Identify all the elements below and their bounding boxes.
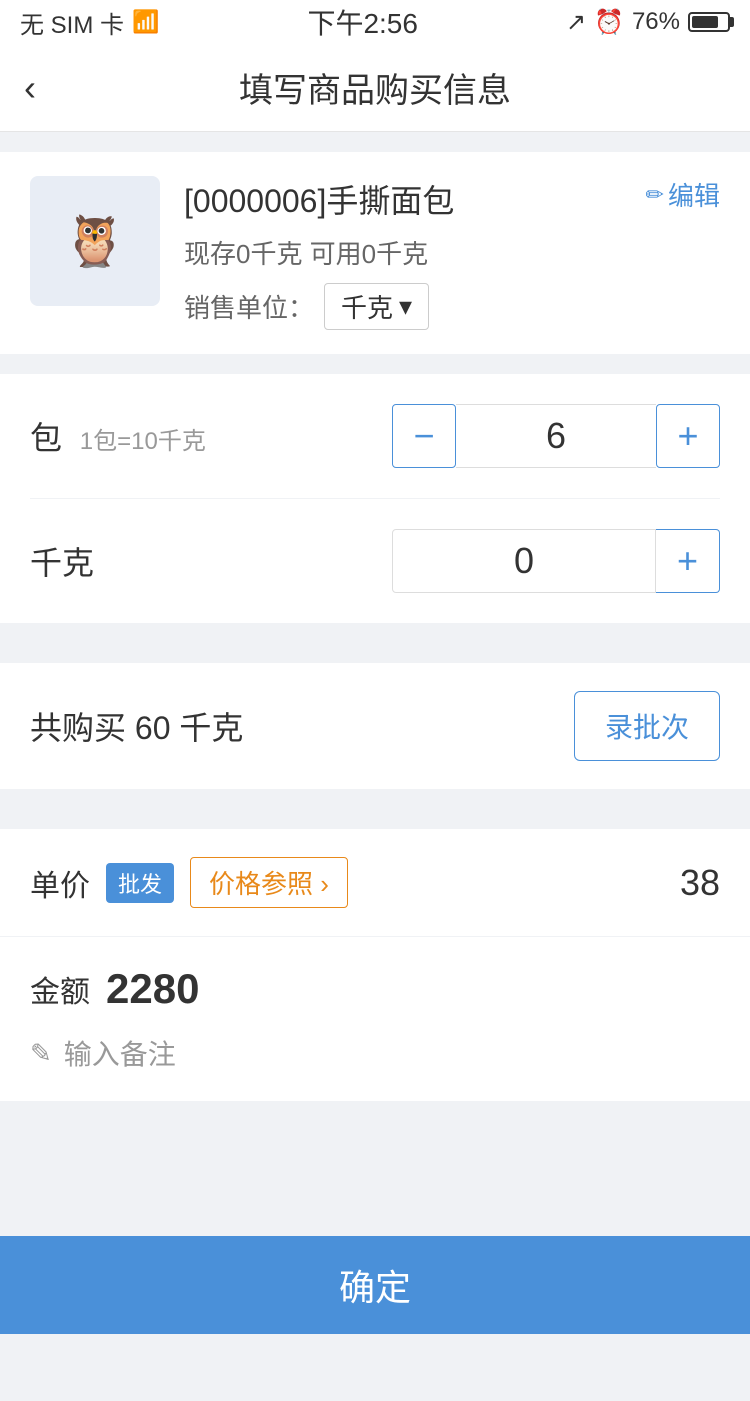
wifi-icon: 📶: [132, 9, 159, 35]
bao-label: 包: [30, 420, 62, 456]
product-logo-icon: 🦉: [64, 212, 126, 271]
amount-section: 金额 2280 ✎ 输入备注: [0, 936, 750, 1101]
edit-icon: ✏: [646, 182, 664, 208]
bao-input-row: 包 1包=10千克 − +: [30, 374, 720, 499]
status-right: ↗ ⏰ 76%: [566, 8, 730, 37]
battery-fill: [692, 16, 718, 28]
chevron-down-icon: ▾: [399, 291, 412, 322]
kg-plus-button[interactable]: +: [656, 529, 720, 593]
page-title: 填写商品购买信息: [239, 63, 511, 112]
bao-minus-button[interactable]: −: [392, 404, 456, 468]
bao-plus-button[interactable]: +: [656, 404, 720, 468]
kg-input-row: 千克 +: [30, 499, 720, 623]
product-card: 🦉 [0000006]手撕面包 现存0千克 可用0千克 销售单位： 千克 ▾ ✏…: [0, 152, 750, 354]
bao-hint: 1包=10千克: [80, 428, 206, 455]
section-divider-2: [0, 623, 750, 643]
price-tag: 批发: [106, 863, 174, 903]
unit-label: 销售单位：: [184, 288, 314, 325]
product-unit-row: 销售单位： 千克 ▾: [184, 283, 720, 330]
battery-bar: [688, 12, 730, 32]
price-label: 单价: [30, 861, 90, 905]
status-time: 下午2:56: [307, 2, 418, 42]
section-divider-3: [0, 789, 750, 809]
summary-text: 共购买 60 千克: [30, 703, 243, 749]
section-divider-1: [0, 354, 750, 374]
price-value: 38: [680, 862, 720, 904]
product-name: [0000006]手撕面包: [184, 176, 720, 222]
summary-section: 共购买 60 千克 录批次: [0, 663, 750, 789]
amount-row: 金额 2280: [30, 965, 720, 1013]
summary-unit: 千克: [179, 710, 243, 746]
batch-button[interactable]: 录批次: [574, 691, 720, 761]
back-button[interactable]: ‹: [24, 67, 36, 109]
battery-percent: 76%: [632, 8, 680, 36]
summary-qty: 60: [135, 710, 171, 746]
bao-qty-control: − +: [392, 404, 720, 468]
remark-label: 输入备注: [64, 1033, 176, 1073]
carrier-text: 无 SIM 卡: [20, 5, 124, 40]
pencil-icon: ✎: [30, 1038, 52, 1069]
amount-label: 金额: [30, 967, 90, 1011]
kg-qty-input[interactable]: [392, 529, 656, 593]
product-image: 🦉: [30, 176, 160, 306]
product-stock: 现存0千克 可用0千克: [184, 234, 720, 271]
nav-bar: ‹ 填写商品购买信息: [0, 44, 750, 132]
remark-row[interactable]: ✎ 输入备注: [30, 1033, 720, 1073]
amount-value: 2280: [106, 965, 199, 1013]
kg-qty-control: +: [392, 529, 720, 593]
unit-selector[interactable]: 千克 ▾: [324, 283, 429, 330]
unit-value: 千克: [341, 288, 393, 325]
summary-prefix: 共购买: [30, 710, 126, 746]
edit-label: 编辑: [668, 176, 720, 213]
location-icon: ↗: [566, 8, 586, 37]
status-left: 无 SIM 卡 📶: [20, 5, 159, 40]
edit-button[interactable]: ✏ 编辑: [646, 176, 720, 213]
status-bar: 无 SIM 卡 📶 下午2:56 ↗ ⏰ 76%: [0, 0, 750, 44]
input-section: 包 1包=10千克 − + 千克 +: [0, 374, 750, 623]
alarm-icon: ⏰: [594, 8, 624, 37]
bao-label-group: 包 1包=10千克: [30, 413, 206, 459]
bao-qty-input[interactable]: [456, 404, 656, 468]
price-section: 单价 批发 价格参照 › 38: [0, 829, 750, 936]
kg-label: 千克: [30, 538, 94, 584]
price-ref-button[interactable]: 价格参照 ›: [190, 857, 348, 908]
confirm-button[interactable]: 确定: [0, 1236, 750, 1334]
product-info: [0000006]手撕面包 现存0千克 可用0千克 销售单位： 千克 ▾: [184, 176, 720, 330]
